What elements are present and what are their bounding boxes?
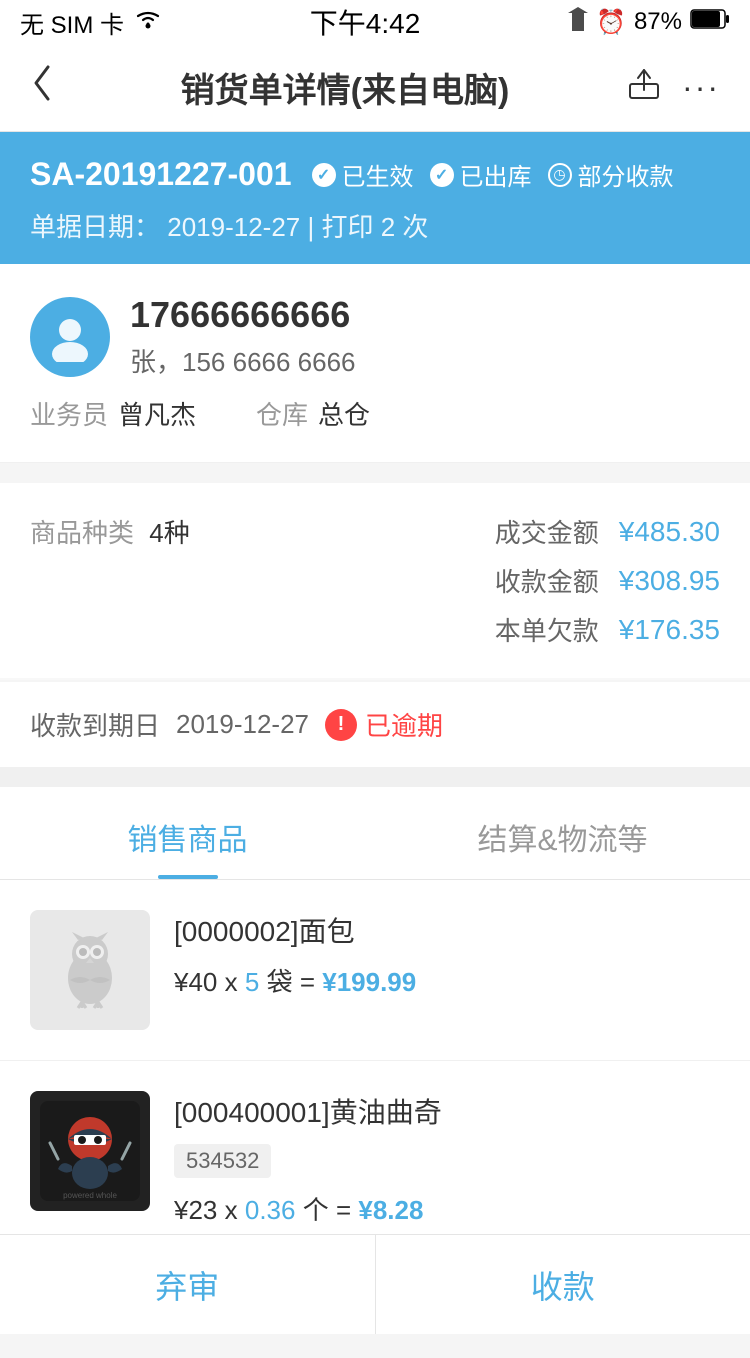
salesperson-label: 业务员 bbox=[30, 395, 108, 432]
tabs: 销售商品 结算&物流等 bbox=[0, 787, 750, 880]
product-name-2: [000400001]黄油曲奇 bbox=[174, 1091, 720, 1131]
overdue-badge: ! 已逾期 bbox=[325, 706, 443, 743]
avatar bbox=[30, 297, 110, 377]
price-base-2: ¥23 bbox=[174, 1195, 217, 1225]
warehouse-meta: 仓库 总仓 bbox=[256, 395, 370, 432]
received-row: 收款金额 ¥308.95 bbox=[495, 562, 720, 599]
bottom-bar: 弃审 收款 bbox=[0, 1234, 750, 1334]
back-button[interactable] bbox=[30, 63, 90, 112]
qty-1: 5 bbox=[245, 967, 259, 997]
price-eq-2: = bbox=[336, 1195, 358, 1225]
share-icon[interactable] bbox=[626, 66, 662, 109]
debt-row: 本单欠款 ¥176.35 bbox=[495, 611, 720, 648]
nav-bar: 销货单详情(来自电脑) ··· bbox=[0, 44, 750, 132]
stats-section: 商品种类 4种 成交金额 ¥485.30 收款金额 ¥308.95 本单欠款 ¥… bbox=[0, 483, 750, 678]
product-image-1: 鸮+ bbox=[30, 910, 150, 1030]
tab-settlement[interactable]: 结算&物流等 bbox=[375, 787, 750, 879]
wifi-icon bbox=[134, 8, 162, 37]
status-bar-left: 无 SIM 卡 bbox=[20, 5, 162, 40]
price-base-1: ¥40 bbox=[174, 967, 217, 997]
customer-section: 17666666666 张，156 6666 6666 业务员 曾凡杰 仓库 总… bbox=[0, 264, 750, 462]
status-bar: 无 SIM 卡 下午4:42 ⏰ 87% bbox=[0, 0, 750, 44]
unit-2: 个 bbox=[303, 1195, 329, 1225]
product-item: 鸮+ [0000002]面包 ¥40 x 5 袋 = ¥199.99 bbox=[0, 880, 750, 1061]
product-info-2: [000400001]黄油曲奇 534532 ¥23 x 0.36 个 = ¥8… bbox=[174, 1091, 720, 1227]
check-icon-1: ✓ bbox=[312, 163, 336, 187]
nav-actions: ··· bbox=[600, 66, 720, 109]
clock-icon: ◷ bbox=[548, 163, 572, 187]
order-header: SA-20191227-001 ✓ 已生效 ✓ 已出库 ◷ 部分收款 单据日期：… bbox=[0, 132, 750, 264]
financial-stats: 成交金额 ¥485.30 收款金额 ¥308.95 本单欠款 ¥176.35 bbox=[495, 513, 720, 648]
check-icon-2: ✓ bbox=[430, 163, 454, 187]
product-price-2: ¥23 x 0.36 个 = ¥8.28 bbox=[174, 1190, 720, 1227]
svg-text:powered whole: powered whole bbox=[63, 1191, 117, 1200]
overdue-label: 已逾期 bbox=[365, 706, 443, 743]
type-label: 商品种类 bbox=[30, 518, 134, 548]
product-image-2: powered whole bbox=[30, 1091, 150, 1211]
tab-products[interactable]: 销售商品 bbox=[0, 787, 375, 879]
cancel-button[interactable]: 弃审 bbox=[0, 1235, 376, 1334]
battery-text: 87% bbox=[634, 8, 682, 36]
battery-icon bbox=[690, 8, 730, 37]
price-sep-1: x bbox=[225, 967, 245, 997]
signal-text: 无 SIM 卡 bbox=[20, 5, 124, 40]
page-title: 销货单详情(来自电脑) bbox=[90, 63, 600, 112]
price-sep-2: x bbox=[225, 1195, 245, 1225]
salesperson-meta: 业务员 曾凡杰 bbox=[30, 395, 196, 432]
amount-row: 成交金额 ¥485.30 bbox=[495, 513, 720, 550]
product-item-2: powered whole [000400001]黄油曲奇 534532 ¥23… bbox=[0, 1061, 750, 1258]
order-badges: ✓ 已生效 ✓ 已出库 ◷ 部分收款 bbox=[312, 157, 674, 192]
badge-effective: ✓ 已生效 bbox=[312, 157, 414, 192]
unit-1: 袋 bbox=[267, 967, 293, 997]
badge-shipped: ✓ 已出库 bbox=[430, 157, 532, 192]
due-date-section: 收款到期日 2019-12-27 ! 已逾期 bbox=[0, 682, 750, 767]
product-types: 商品种类 4种 bbox=[30, 513, 190, 550]
received-label: 收款金额 bbox=[495, 562, 599, 599]
due-label: 收款到期日 bbox=[30, 706, 160, 743]
qty-2: 0.36 bbox=[245, 1195, 296, 1225]
location-icon bbox=[568, 7, 588, 38]
product-sku-2: 534532 bbox=[174, 1144, 271, 1178]
order-date: 单据日期： 2019-12-27 | 打印 2 次 bbox=[30, 207, 720, 244]
overdue-icon: ! bbox=[325, 709, 357, 741]
alarm-icon: ⏰ bbox=[596, 8, 626, 37]
more-icon[interactable]: ··· bbox=[682, 69, 720, 106]
customer-contact: 张，156 6666 6666 bbox=[130, 342, 356, 379]
salesperson-value: 曾凡杰 bbox=[118, 395, 196, 432]
price-eq-1: = bbox=[300, 967, 322, 997]
time-display: 下午4:42 bbox=[310, 2, 421, 42]
product-list: 鸮+ [0000002]面包 ¥40 x 5 袋 = ¥199.99 bbox=[0, 880, 750, 1258]
product-info-1: [0000002]面包 ¥40 x 5 袋 = ¥199.99 bbox=[174, 910, 720, 999]
section-divider bbox=[0, 767, 750, 787]
type-value: 4种 bbox=[149, 518, 189, 548]
debt-label: 本单欠款 bbox=[495, 611, 599, 648]
status-bar-right: ⏰ 87% bbox=[568, 7, 730, 38]
product-name-1: [0000002]面包 bbox=[174, 910, 720, 950]
amount-value: ¥485.30 bbox=[619, 516, 720, 548]
total-1: ¥199.99 bbox=[322, 967, 416, 997]
warehouse-value: 总仓 bbox=[318, 395, 370, 432]
badge-partial: ◷ 部分收款 bbox=[548, 157, 674, 192]
warehouse-label: 仓库 bbox=[256, 395, 308, 432]
total-2: ¥8.28 bbox=[358, 1195, 423, 1225]
order-id: SA-20191227-001 bbox=[30, 156, 292, 193]
received-value: ¥308.95 bbox=[619, 565, 720, 597]
due-date-value: 2019-12-27 bbox=[176, 709, 309, 740]
confirm-button[interactable]: 收款 bbox=[376, 1235, 750, 1334]
debt-value: ¥176.35 bbox=[619, 614, 720, 646]
customer-info: 17666666666 张，156 6666 6666 bbox=[130, 294, 356, 379]
amount-label: 成交金额 bbox=[495, 513, 599, 550]
product-price-1: ¥40 x 5 袋 = ¥199.99 bbox=[174, 962, 720, 999]
customer-meta: 业务员 曾凡杰 仓库 总仓 bbox=[30, 395, 720, 432]
customer-name: 17666666666 bbox=[130, 294, 356, 336]
